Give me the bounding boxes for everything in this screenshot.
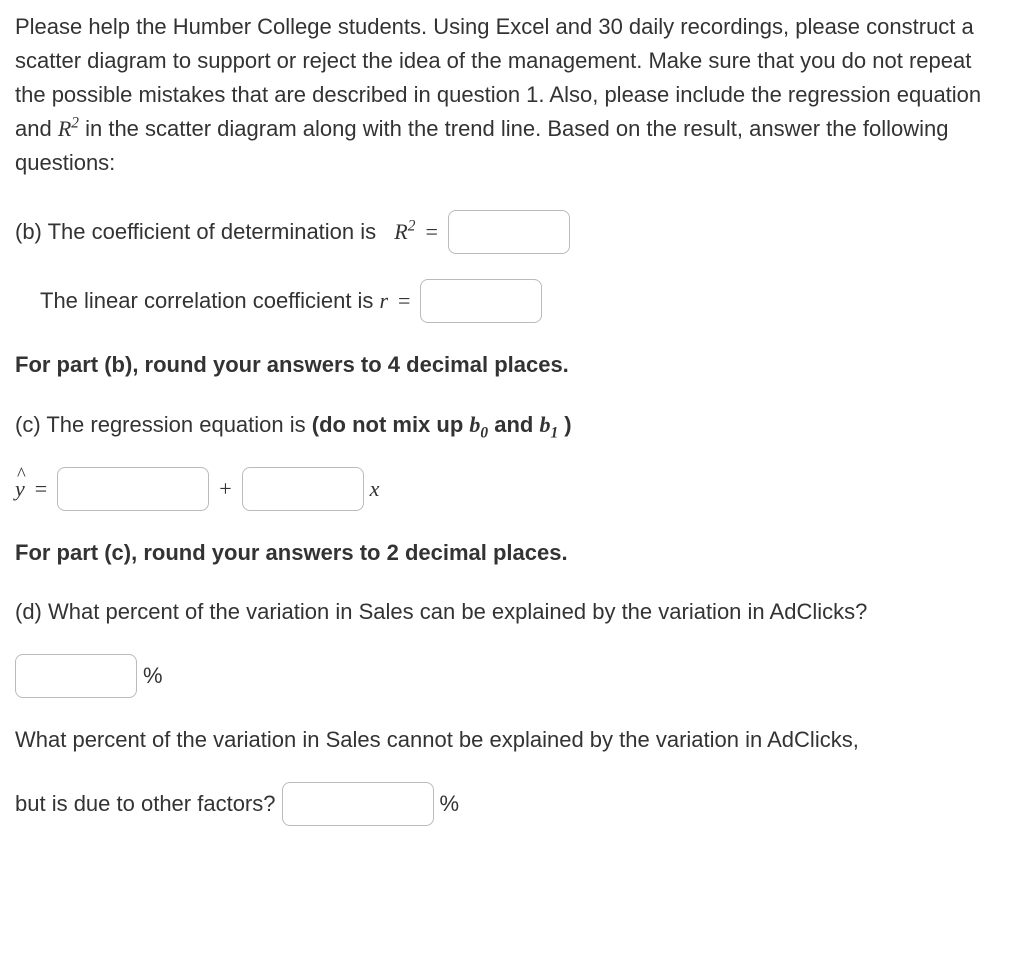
part-c-bold: (do not mix up b0 and b1 ): [312, 412, 572, 437]
r-squared-input[interactable]: [448, 210, 570, 254]
x-variable: x: [370, 472, 380, 506]
part-b-line-2: The linear correlation coefficient is r …: [40, 279, 995, 323]
intro-paragraph: Please help the Humber College students.…: [15, 10, 995, 180]
r-symbol: r: [379, 284, 388, 318]
part-d-input-line: %: [15, 654, 995, 698]
part-c-note: For part (c), round your answers to 2 de…: [15, 536, 995, 570]
part-d-text-2b: but is due to other factors?: [15, 787, 276, 821]
equals-sign: =: [425, 215, 437, 249]
part-b-note: For part (b), round your answers to 4 de…: [15, 348, 995, 382]
part-b-label: (b) The coefficient of determination is: [15, 215, 376, 249]
correlation-label: The linear correlation coefficient is: [40, 284, 373, 318]
part-d-line-2a: What percent of the variation in Sales c…: [15, 723, 995, 757]
b1-input[interactable]: [242, 467, 364, 511]
percent-sign-1: %: [143, 659, 163, 693]
part-d-label: (d) What percent of the variation in Sal…: [15, 595, 995, 629]
equals-yhat: =: [35, 472, 47, 506]
r-input[interactable]: [420, 279, 542, 323]
intro-text-2: in the scatter diagram along with the tr…: [15, 116, 948, 175]
r-squared-symbol: R2: [58, 116, 79, 141]
plus-sign: +: [219, 472, 231, 506]
y-hat: y: [15, 472, 25, 506]
equals-sign-r: =: [398, 284, 410, 318]
percent-sign-2: %: [440, 787, 460, 821]
explained-percent-input[interactable]: [15, 654, 137, 698]
part-d-line-2b: but is due to other factors? %: [15, 782, 995, 826]
unexplained-percent-input[interactable]: [282, 782, 434, 826]
part-c-label: (c) The regression equation is: [15, 412, 312, 437]
regression-equation: y = + x: [15, 467, 995, 511]
part-b-line-1: (b) The coefficient of determination is …: [15, 210, 995, 254]
b0-input[interactable]: [57, 467, 209, 511]
part-c-label-line: (c) The regression equation is (do not m…: [15, 408, 995, 442]
r-squared: R2: [394, 215, 415, 249]
